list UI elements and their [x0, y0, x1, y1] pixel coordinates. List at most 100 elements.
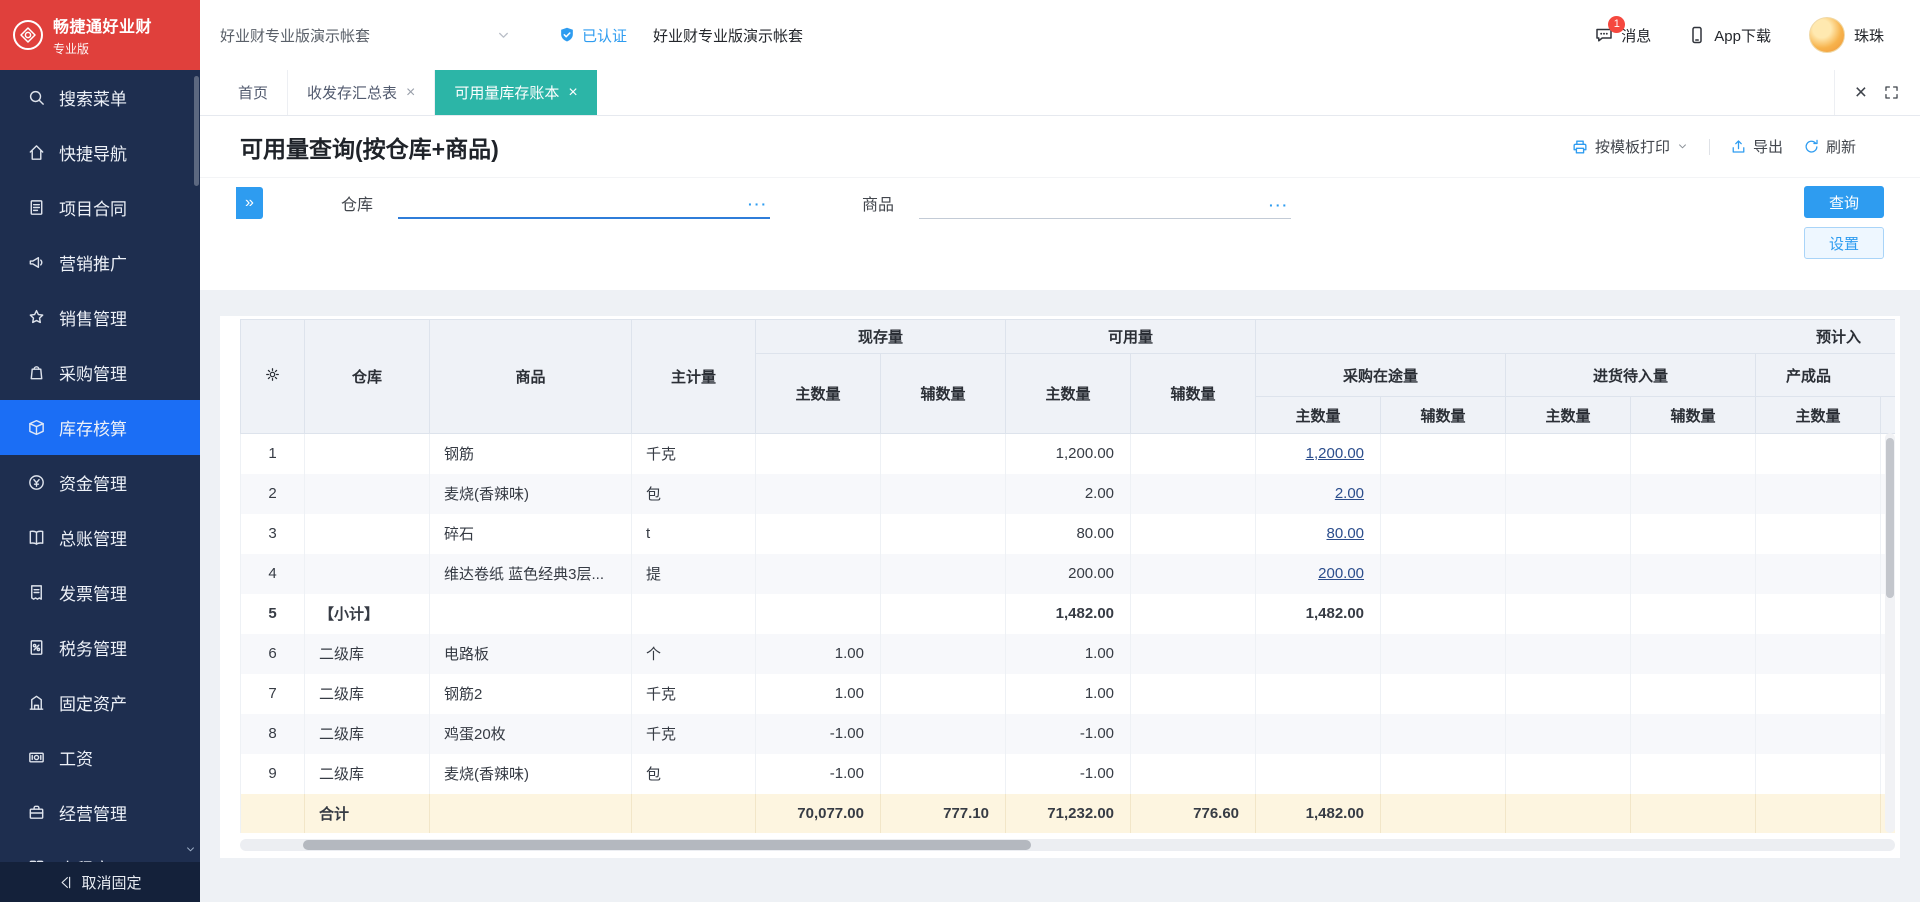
close-tabs-button[interactable]: ×: [1855, 82, 1867, 103]
sidebar-item-payroll[interactable]: 工资: [0, 730, 200, 785]
warehouse-label: 仓库: [341, 191, 373, 215]
table-row[interactable]: 7二级库钢筋2千克1.001.00: [241, 674, 1896, 714]
cell-unit: [632, 594, 756, 634]
sidebar-item-invoice-mgmt[interactable]: 发票管理: [0, 565, 200, 620]
horizontal-scrollbar[interactable]: [240, 839, 1895, 851]
funds-icon: [26, 473, 46, 493]
title-toolbar: 按模板打印 导出 刷新: [1571, 136, 1856, 157]
cell-ip_aux: [1631, 754, 1756, 794]
sidebar-item-funds-mgmt[interactable]: 资金管理: [0, 455, 200, 510]
group-header-purchase-in-transit: 采购在途量: [1256, 354, 1506, 397]
cell-cur_main: -1.00: [756, 714, 881, 754]
sidebar: 畅捷通好业财 专业版 搜索菜单快捷导航项目合同营销推广销售管理采购管理库存核算资…: [0, 0, 200, 902]
settings-button[interactable]: 设置: [1804, 227, 1884, 259]
cell-avail_main: 1.00: [1006, 634, 1131, 674]
tab-inout-summary[interactable]: 收发存汇总表 ×: [288, 70, 435, 115]
table-row[interactable]: 6二级库电路板个1.001.00: [241, 634, 1896, 674]
warehouse-picker-button[interactable]: ···: [748, 196, 768, 212]
vertical-scrollbar-thumb[interactable]: [1886, 438, 1894, 598]
content-area: 可用量查询(按仓库+商品) 按模板打印 导出: [200, 116, 1920, 902]
sidebar-item-label: 工资: [59, 745, 93, 770]
certified-badge[interactable]: 已认证: [558, 25, 627, 46]
table-row[interactable]: 1钢筋千克1,200.001,200.00: [241, 434, 1896, 474]
sidebar-item-marketing[interactable]: 营销推广: [0, 235, 200, 290]
cell-warehouse: [305, 514, 430, 554]
sidebar-scroll-down-icon[interactable]: [184, 843, 197, 856]
sidebar-item-label: 小程序: [59, 855, 110, 862]
column-settings-button[interactable]: [241, 320, 305, 434]
logo-icon: [13, 20, 43, 50]
print-by-template-button[interactable]: 按模板打印: [1571, 136, 1689, 157]
col-header-current-aux-qty: 辅数量: [881, 354, 1006, 434]
sidebar-item-ledger-mgmt[interactable]: 总账管理: [0, 510, 200, 565]
sidebar-item-business-mgmt[interactable]: 经营管理: [0, 785, 200, 840]
table-row[interactable]: 3碎石t80.0080.00: [241, 514, 1896, 554]
warehouse-input[interactable]: ···: [398, 187, 770, 219]
cell-fg_main: [1756, 554, 1881, 594]
sidebar-item-inventory-acct[interactable]: 库存核算: [0, 400, 200, 455]
goods-picker-button[interactable]: ···: [1269, 197, 1289, 213]
tab-home[interactable]: 首页: [218, 70, 288, 115]
main-area: 好业财专业版演示帐套 已认证 好业财专业版演示帐套 1 消息 App下载: [200, 0, 1920, 902]
query-button[interactable]: 查询: [1804, 186, 1884, 218]
invoice-icon: [26, 583, 46, 603]
unpin-button[interactable]: 取消固定: [0, 862, 200, 902]
cell-pt_aux: [1381, 514, 1506, 554]
user-menu[interactable]: 珠珠: [1809, 17, 1884, 53]
messages-button[interactable]: 1 消息: [1594, 25, 1651, 46]
sidebar-item-tax-mgmt[interactable]: 税务管理: [0, 620, 200, 675]
tab-label: 首页: [238, 82, 268, 103]
cell-pt_main: 2.00: [1256, 474, 1381, 514]
sidebar-scrollbar-thumb[interactable]: [194, 76, 199, 186]
subtotal-row[interactable]: 5【小计】1,482.001,482.00: [241, 594, 1896, 634]
sidebar-item-label: 总账管理: [59, 525, 127, 550]
cell-pt_aux: [1381, 754, 1506, 794]
refresh-button[interactable]: 刷新: [1803, 136, 1856, 157]
sidebar-item-project-contract[interactable]: 项目合同: [0, 180, 200, 235]
tab-close-icon[interactable]: ×: [406, 85, 415, 101]
cell-ip_main: [1506, 714, 1631, 754]
cell-unit: 包: [632, 754, 756, 794]
col-header-available-aux-qty: 辅数量: [1131, 354, 1256, 434]
drilldown-link[interactable]: 2.00: [1335, 485, 1364, 502]
goods-input[interactable]: ···: [919, 187, 1291, 219]
group-header-current-stock: 现存量: [756, 320, 1006, 354]
cell-avail_aux: 776.60: [1131, 794, 1256, 834]
payroll-icon: [26, 748, 46, 768]
cell-ip_main: [1506, 634, 1631, 674]
horizontal-scrollbar-thumb[interactable]: [303, 840, 1031, 850]
ledger-icon: [26, 528, 46, 548]
table-row[interactable]: 8二级库鸡蛋20枚千克-1.00-1.00: [241, 714, 1896, 754]
cell-avail_main: 80.00: [1006, 514, 1131, 554]
cell-pt_main: [1256, 674, 1381, 714]
col-header-filler: [1881, 397, 1895, 434]
sidebar-item-purchase-mgmt[interactable]: 采购管理: [0, 345, 200, 400]
tab-tools: ×: [1834, 70, 1920, 115]
expand-filters-button[interactable]: »: [236, 187, 263, 219]
sidebar-item-quick-nav[interactable]: 快捷导航: [0, 125, 200, 180]
sidebar-item-mini-program[interactable]: 小程序: [0, 840, 200, 862]
tab-close-icon[interactable]: ×: [568, 85, 577, 101]
drilldown-link[interactable]: 80.00: [1326, 525, 1364, 542]
table-row[interactable]: 9二级库麦烧(香辣味)包-1.00-1.00: [241, 754, 1896, 794]
table-row[interactable]: 2麦烧(香辣味)包2.002.00: [241, 474, 1896, 514]
table-row[interactable]: 4维达卷纸 蓝色经典3层...提200.00200.00: [241, 554, 1896, 594]
tab-available-ledger[interactable]: 可用量库存账本×: [435, 70, 596, 115]
export-label: 导出: [1753, 136, 1783, 157]
drilldown-link[interactable]: 1,200.00: [1306, 445, 1364, 462]
sidebar-item-fixed-assets[interactable]: 固定资产: [0, 675, 200, 730]
sidebar-item-sales-mgmt[interactable]: 销售管理: [0, 290, 200, 345]
cell-ip_aux: [1631, 554, 1756, 594]
fullscreen-icon[interactable]: [1883, 84, 1900, 101]
vertical-scrollbar[interactable]: [1885, 433, 1895, 833]
sidebar-item-search-menu[interactable]: 搜索菜单: [0, 70, 200, 125]
tab-label: 收发存汇总表: [307, 82, 397, 103]
export-button[interactable]: 导出: [1730, 136, 1783, 157]
nav-icon: [26, 143, 46, 163]
account-set-select[interactable]: 好业财专业版演示帐套: [216, 19, 516, 52]
total-row[interactable]: 合计70,077.00777.1071,232.00776.601,482.00: [241, 794, 1896, 834]
cell-pt_aux: [1381, 794, 1506, 834]
app-download-button[interactable]: App下载: [1687, 25, 1771, 46]
cell-avail_main: -1.00: [1006, 754, 1131, 794]
drilldown-link[interactable]: 200.00: [1318, 565, 1364, 582]
